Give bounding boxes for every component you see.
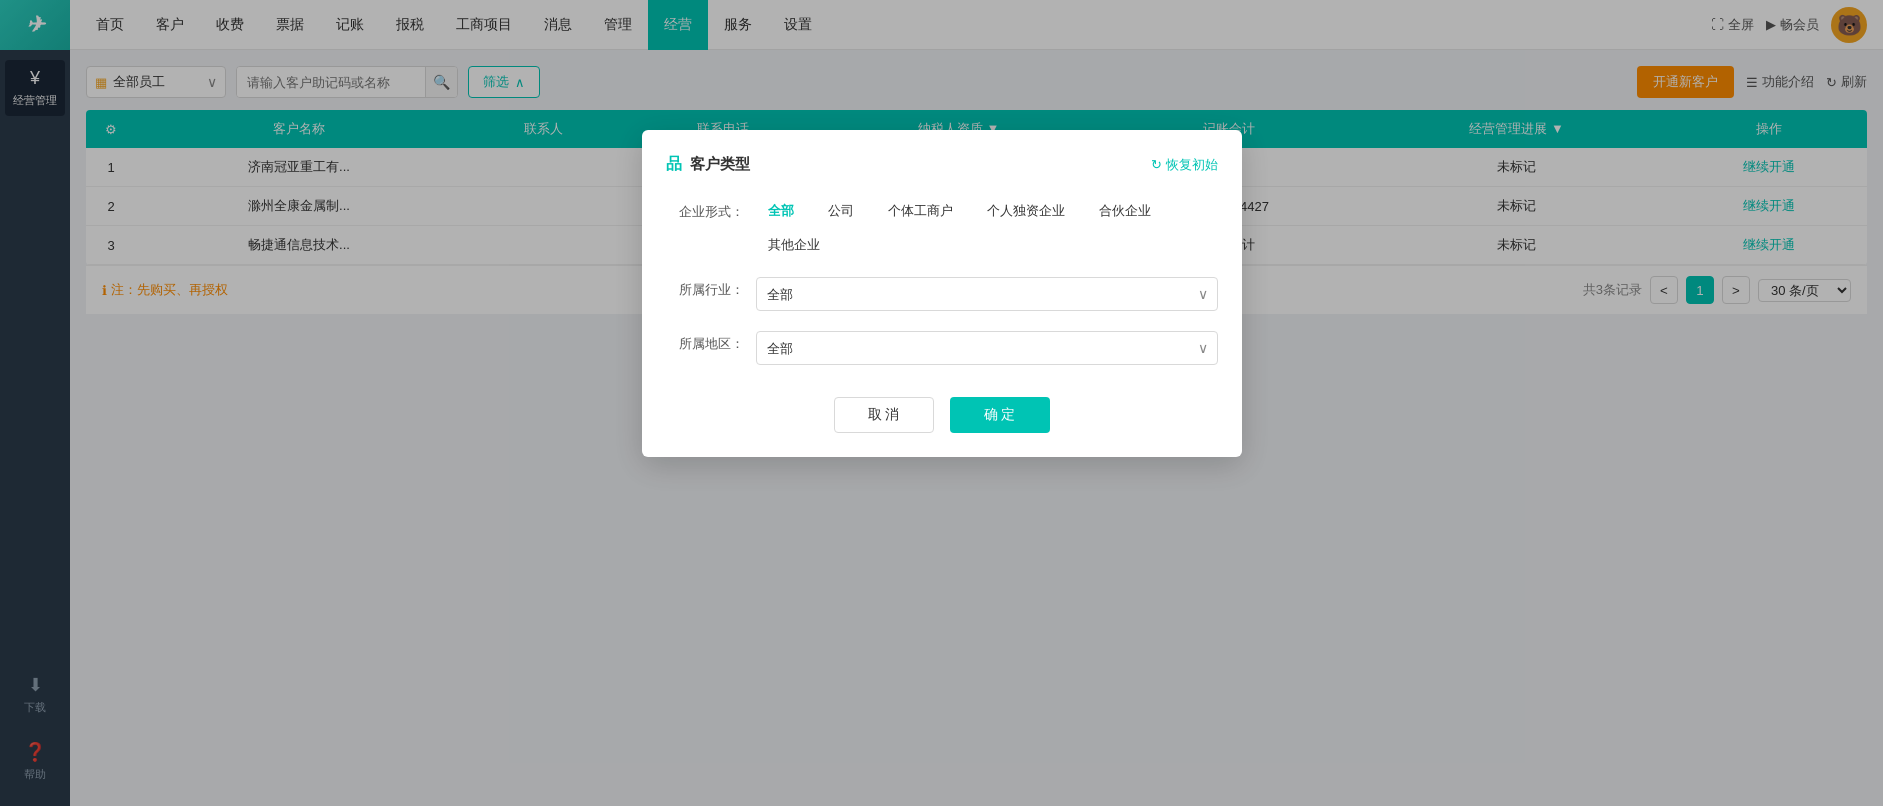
region-label: 所属地区： [666, 331, 756, 353]
company-type-tag[interactable]: 其他企业 [756, 233, 832, 257]
company-type-tag[interactable]: 个人独资企业 [975, 199, 1077, 223]
modal-header: 品 客户类型 ↻ 恢复初始 [666, 154, 1218, 175]
company-type-tag[interactable]: 个体工商户 [876, 199, 965, 223]
region-select[interactable]: 全部 [756, 331, 1218, 365]
modal-title-text: 客户类型 [690, 155, 750, 174]
reset-label: 恢复初始 [1166, 156, 1218, 174]
region-dropdown-wrap: 全部 ∨ [756, 331, 1218, 365]
company-form-label: 企业形式： [666, 199, 756, 221]
cancel-button[interactable]: 取 消 [834, 397, 934, 433]
company-type-tag[interactable]: 合伙企业 [1087, 199, 1163, 223]
industry-select[interactable]: 全部 [756, 277, 1218, 311]
company-tag-group: 全部公司个体工商户个人独资企业合伙企业其他企业 [756, 199, 1218, 257]
industry-label: 所属行业： [666, 277, 756, 299]
confirm-button[interactable]: 确 定 [950, 397, 1050, 433]
region-form-row: 所属地区： 全部 ∨ [666, 331, 1218, 365]
modal-title-icon: 品 [666, 154, 682, 175]
modal-title: 品 客户类型 [666, 154, 750, 175]
company-form-row: 企业形式： 全部公司个体工商户个人独资企业合伙企业其他企业 [666, 199, 1218, 257]
region-select-wrap: 全部 ∨ [756, 331, 1218, 365]
modal-overlay: 品 客户类型 ↻ 恢复初始 企业形式： 全部公司个体工商户个人独资企业合伙企业其… [0, 0, 1883, 806]
reset-icon: ↻ [1151, 157, 1162, 172]
modal-footer: 取 消 确 定 [666, 397, 1218, 433]
industry-select-wrap: 全部 ∨ [756, 277, 1218, 311]
industry-form-row: 所属行业： 全部 ∨ [666, 277, 1218, 311]
company-type-tag[interactable]: 公司 [816, 199, 866, 223]
filter-modal: 品 客户类型 ↻ 恢复初始 企业形式： 全部公司个体工商户个人独资企业合伙企业其… [642, 130, 1242, 457]
company-type-tag[interactable]: 全部 [756, 199, 806, 223]
industry-dropdown-wrap: 全部 ∨ [756, 277, 1218, 311]
reset-button[interactable]: ↻ 恢复初始 [1151, 156, 1218, 174]
